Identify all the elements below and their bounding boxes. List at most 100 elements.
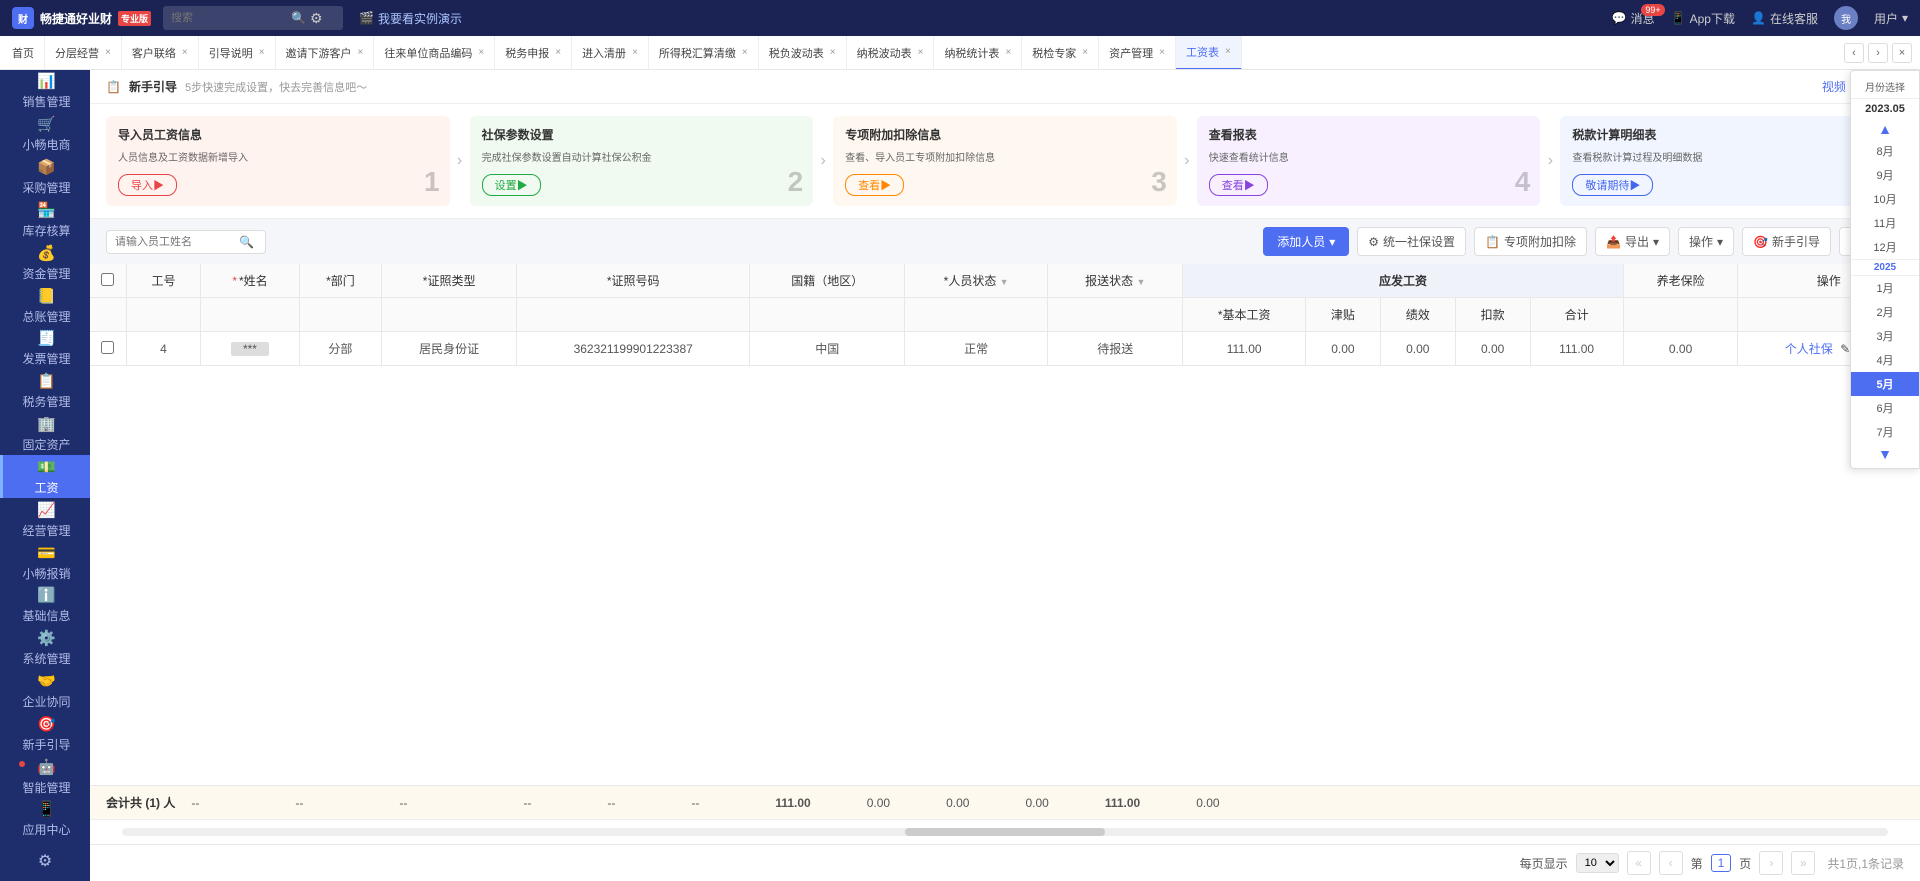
- close-icon[interactable]: ×: [358, 47, 364, 58]
- report-filter-icon[interactable]: ▼: [1136, 277, 1145, 287]
- sidebar-item-manage[interactable]: 📈 经营管理: [0, 498, 90, 541]
- close-icon[interactable]: ×: [830, 47, 836, 58]
- month-2[interactable]: 2月: [1851, 300, 1919, 324]
- sidebar-item-purchase[interactable]: 📦 采购管理: [0, 156, 90, 199]
- month-5[interactable]: 5月: [1851, 372, 1919, 396]
- select-all-checkbox[interactable]: [101, 273, 114, 286]
- step-3-btn[interactable]: 查看▶: [845, 174, 904, 196]
- tab-zichan[interactable]: 资产管理 ×: [1099, 36, 1176, 70]
- month-3[interactable]: 3月: [1851, 324, 1919, 348]
- month-11[interactable]: 11月: [1851, 211, 1919, 235]
- tab-shufu[interactable]: 税负波动表 ×: [759, 36, 847, 70]
- step-5-btn[interactable]: 敬请期待▶: [1572, 174, 1653, 196]
- sidebar-item-salary[interactable]: 💵 工资: [0, 455, 90, 498]
- message-btn[interactable]: 💬 消息 99+: [1612, 10, 1655, 27]
- tab-kehu[interactable]: 客户联络 ×: [122, 36, 199, 70]
- gear-btn[interactable]: ⚙: [0, 841, 90, 881]
- guide-video-btn[interactable]: 视频: [1822, 78, 1846, 95]
- tab-home[interactable]: 首页: [2, 36, 45, 70]
- month-up-btn[interactable]: ▲: [1878, 119, 1892, 139]
- close-icon[interactable]: ×: [555, 47, 561, 58]
- newguide-toolbar-btn[interactable]: 🎯 新手引导: [1742, 227, 1831, 256]
- tab-wanglai[interactable]: 往来单位商品编码 ×: [374, 36, 495, 70]
- month-7[interactable]: 7月: [1851, 420, 1919, 444]
- status-filter-icon[interactable]: ▼: [1000, 277, 1009, 287]
- add-person-btn[interactable]: 添加人员 ▾: [1263, 227, 1349, 256]
- sidebar-item-base[interactable]: ℹ️ 基础信息: [0, 584, 90, 627]
- search-btn-icon[interactable]: 🔍: [239, 235, 254, 249]
- close-icon[interactable]: ×: [632, 47, 638, 58]
- personal-social-link[interactable]: 个人社保: [1785, 342, 1833, 356]
- tab-naji[interactable]: 纳税统计表 ×: [934, 36, 1022, 70]
- tab-qingce[interactable]: 进入清册 ×: [572, 36, 649, 70]
- close-icon[interactable]: ×: [742, 47, 748, 58]
- search-input[interactable]: [115, 236, 235, 248]
- close-icon[interactable]: ×: [259, 47, 265, 58]
- tab-salary[interactable]: 工资表 ×: [1176, 36, 1242, 70]
- tab-scroll-right[interactable]: ›: [1868, 43, 1888, 63]
- tab-fen[interactable]: 分层经营 ×: [45, 36, 122, 70]
- app-download-btn[interactable]: 📱 App下载: [1671, 10, 1735, 27]
- unified-settings-btn[interactable]: ⚙ 统一社保设置: [1357, 227, 1466, 256]
- month-6[interactable]: 6月: [1851, 396, 1919, 420]
- sidebar-item-ledger[interactable]: 📒 总账管理: [0, 284, 90, 327]
- scrollbar-track[interactable]: [122, 828, 1888, 836]
- month-9[interactable]: 9月: [1851, 163, 1919, 187]
- step-1-btn[interactable]: 导入▶: [118, 174, 177, 196]
- first-page-btn[interactable]: «: [1627, 851, 1651, 875]
- close-icon[interactable]: ×: [1225, 46, 1231, 57]
- sidebar-item-ecom[interactable]: 🛒 小畅电商: [0, 113, 90, 156]
- close-icon[interactable]: ×: [105, 47, 111, 58]
- tab-invite[interactable]: 邀请下游客户 ×: [276, 36, 375, 70]
- sidebar-item-invoice[interactable]: 🧾 发票管理: [0, 327, 90, 370]
- sidebar-item-appcenter[interactable]: 📱 应用中心: [0, 798, 90, 841]
- tab-suode[interactable]: 所得税汇算清缴 ×: [649, 36, 759, 70]
- user-menu-btn[interactable]: 用户 ▾: [1874, 10, 1908, 27]
- next-page-btn[interactable]: ›: [1759, 851, 1783, 875]
- sidebar-item-system[interactable]: ⚙️ 系统管理: [0, 627, 90, 670]
- sidebar-item-newguide[interactable]: 🎯 新手引导: [0, 712, 90, 755]
- avatar[interactable]: 我: [1834, 6, 1858, 30]
- tab-납税-bo[interactable]: 纳税波动表 ×: [847, 36, 935, 70]
- edit-icon[interactable]: ✎: [1840, 342, 1850, 356]
- th-checkbox[interactable]: [90, 264, 126, 298]
- demo-link[interactable]: 🎬 我要看实例演示: [359, 10, 462, 27]
- last-page-btn[interactable]: »: [1791, 851, 1815, 875]
- settings-icon[interactable]: ⚙: [310, 10, 323, 27]
- row-checkbox-cell[interactable]: [90, 332, 126, 366]
- close-icon[interactable]: ×: [182, 47, 188, 58]
- sidebar-item-funds[interactable]: 💰 资金管理: [0, 241, 90, 284]
- sidebar-item-sales[interactable]: 📊 销售管理: [0, 70, 90, 113]
- tab-close-all[interactable]: ×: [1892, 43, 1912, 63]
- per-page-select[interactable]: 10 20 50: [1576, 853, 1619, 873]
- month-1[interactable]: 1月: [1851, 276, 1919, 300]
- tab-scroll-left[interactable]: ‹: [1844, 43, 1864, 63]
- scrollbar-thumb[interactable]: [905, 828, 1105, 836]
- month-down-btn[interactable]: ▼: [1878, 444, 1892, 464]
- row-checkbox[interactable]: [101, 341, 114, 354]
- close-icon[interactable]: ×: [1082, 47, 1088, 58]
- close-icon[interactable]: ×: [1005, 47, 1011, 58]
- step-4-btn[interactable]: 查看▶: [1209, 174, 1268, 196]
- sidebar-item-expense[interactable]: 💳 小畅报销: [0, 541, 90, 584]
- close-icon[interactable]: ×: [478, 47, 484, 58]
- tab-shuijian[interactable]: 税检专家 ×: [1022, 36, 1099, 70]
- prev-page-btn[interactable]: ‹: [1659, 851, 1683, 875]
- top-search-box[interactable]: 🔍 ⚙: [163, 6, 343, 30]
- sidebar-item-tax[interactable]: 📋 税务管理: [0, 370, 90, 413]
- close-icon[interactable]: ×: [1159, 47, 1165, 58]
- tab-yindao[interactable]: 引导说明 ×: [199, 36, 276, 70]
- top-search-input[interactable]: [171, 12, 291, 24]
- month-10[interactable]: 10月: [1851, 187, 1919, 211]
- search-box[interactable]: 🔍: [106, 230, 266, 254]
- special-deduction-btn[interactable]: 📋 专项附加扣除: [1474, 227, 1587, 256]
- month-8[interactable]: 8月: [1851, 139, 1919, 163]
- sidebar-item-assets[interactable]: 🏢 固定资产: [0, 413, 90, 456]
- sidebar-item-ai[interactable]: 🤖 智能管理: [0, 755, 90, 798]
- sidebar-item-inventory[interactable]: 🏪 库存核算: [0, 198, 90, 241]
- online-service-btn[interactable]: 👤 在线客服: [1751, 10, 1818, 27]
- month-4[interactable]: 4月: [1851, 348, 1919, 372]
- export-btn[interactable]: 📤 导出 ▾: [1595, 227, 1670, 256]
- sidebar-item-collab[interactable]: 🤝 企业协同: [0, 670, 90, 713]
- tab-tax[interactable]: 税务申报 ×: [495, 36, 572, 70]
